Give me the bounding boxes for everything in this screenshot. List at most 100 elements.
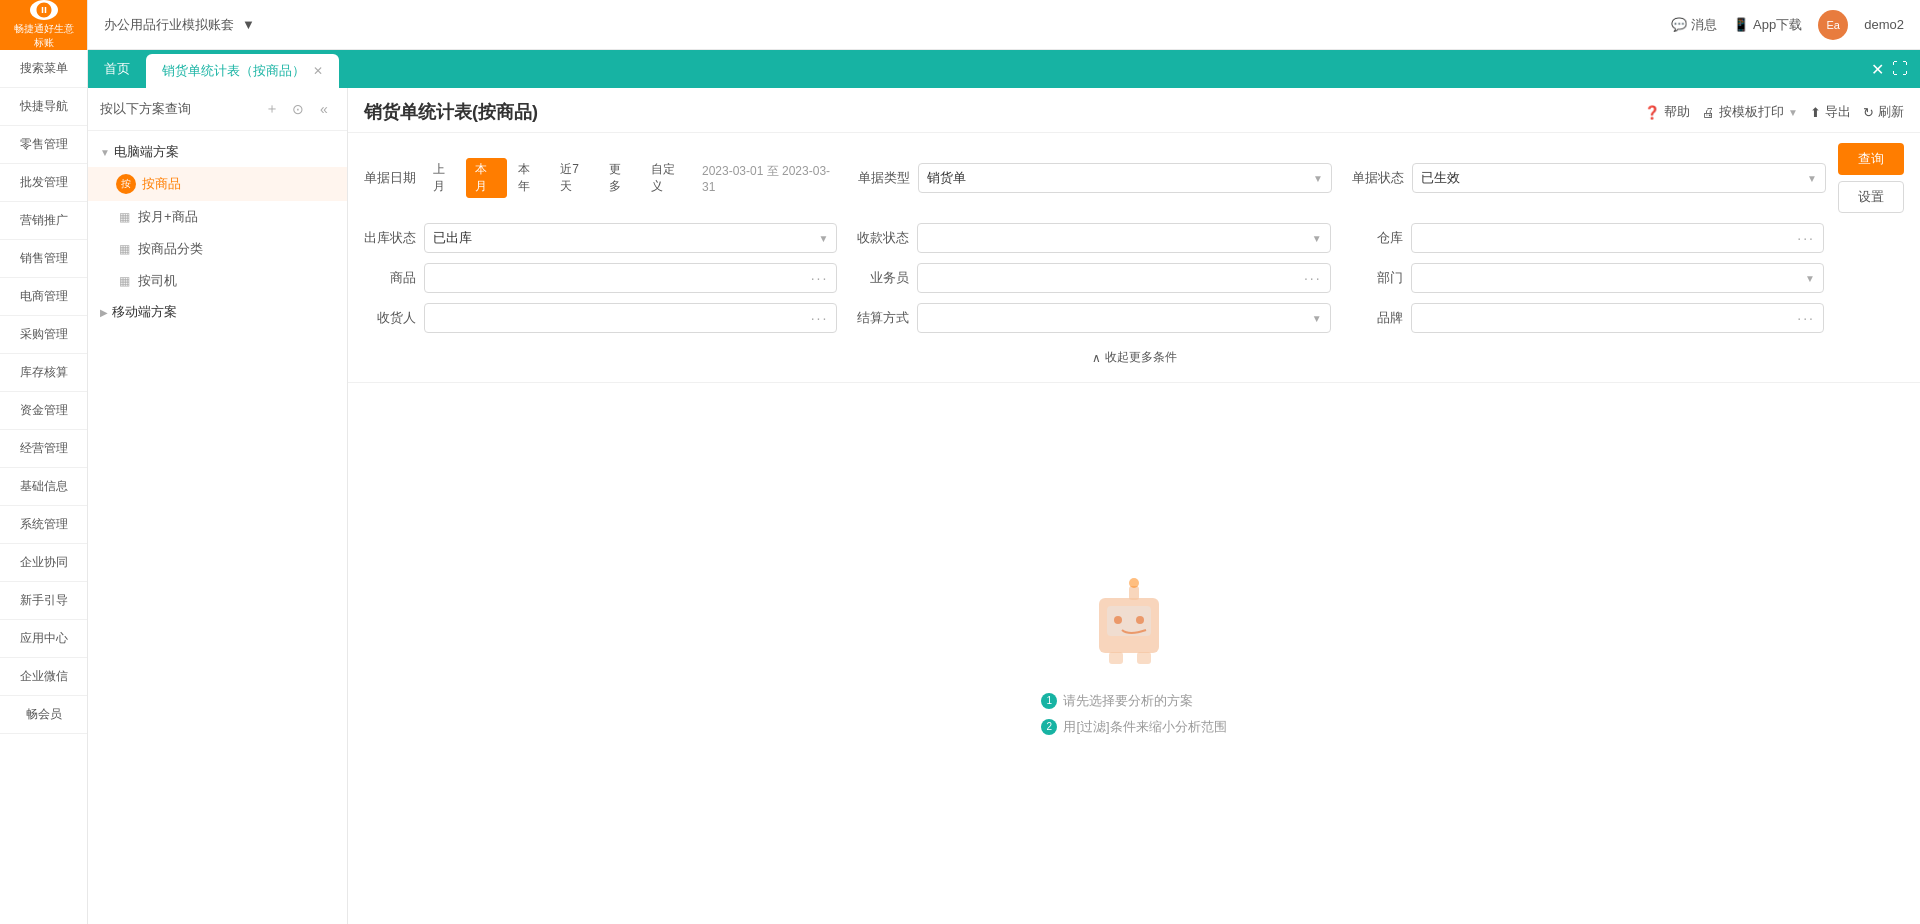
sidebar-item-basic[interactable]: 基础信息 xyxy=(0,468,87,506)
salesman-control[interactable]: ··· xyxy=(917,263,1330,293)
sidebar-item-purchase[interactable]: 采购管理 xyxy=(0,316,87,354)
date-tab-this-year[interactable]: 本年 xyxy=(509,158,549,198)
sidebar-item-system[interactable]: 系统管理 xyxy=(0,506,87,544)
product-dots: ··· xyxy=(811,270,829,286)
scheme-item-by-cashier[interactable]: ▦ 按司机 xyxy=(88,265,347,297)
brand-control[interactable]: ··· xyxy=(1411,303,1824,333)
message-label: 消息 xyxy=(1691,16,1717,34)
page-title-bar: 销货单统计表(按商品) ❓ 帮助 🖨 按模板打印 ▼ ⬆ 导出 xyxy=(348,88,1920,133)
warehouse-field: 仓库 ··· xyxy=(1351,223,1824,253)
app-download-btn[interactable]: 📱 App下载 xyxy=(1733,16,1802,34)
doc-status-value: 已生效 xyxy=(1421,169,1460,187)
sidebar-item-apps[interactable]: 应用中心 xyxy=(0,620,87,658)
desktop-group-arrow: ▼ xyxy=(100,147,110,158)
settings-btn[interactable]: 设置 xyxy=(1838,181,1904,213)
collapse-btn[interactable]: ∧ 收起更多条件 xyxy=(364,343,1904,372)
query-btn[interactable]: 查询 xyxy=(1838,143,1904,175)
tab-stats[interactable]: 销货单统计表（按商品） ✕ xyxy=(146,54,339,88)
recv-status-control[interactable]: ▼ xyxy=(917,223,1330,253)
scheme-item-by-category[interactable]: ▦ 按商品分类 xyxy=(88,233,347,265)
empty-step2: 2 用[过滤]条件来缩小分析范围 xyxy=(1041,714,1226,740)
help-icon: ❓ xyxy=(1644,105,1660,120)
scheme-section: ▼ 电脑端方案 按 按商品 ▦ 按月+商品 ▦ 按商品分类 ▦ 按司机 xyxy=(88,131,347,333)
product-control[interactable]: ··· xyxy=(424,263,837,293)
doc-status-control[interactable]: 已生效 ▼ xyxy=(1412,163,1826,193)
message-btn[interactable]: 💬 消息 xyxy=(1671,16,1717,34)
print-btn[interactable]: 🖨 按模板打印 ▼ xyxy=(1702,103,1798,121)
salesman-field: 业务员 ··· xyxy=(857,263,1330,293)
print-icon: 🖨 xyxy=(1702,105,1715,120)
refresh-btn[interactable]: ↻ 刷新 xyxy=(1863,103,1904,121)
top-header: 办公用品行业模拟账套 ▼ 💬 消息 📱 App下载 Ea demo2 xyxy=(88,0,1920,50)
svg-rect-6 xyxy=(1109,652,1123,664)
tab-close-icon[interactable]: ✕ xyxy=(1871,60,1884,79)
out-status-control[interactable]: 已出库 ▼ xyxy=(424,223,837,253)
collapse-panel-btn[interactable]: « xyxy=(313,98,335,120)
desktop-group-header[interactable]: ▼ 电脑端方案 xyxy=(88,137,347,167)
export-icon: ⬆ xyxy=(1810,105,1821,120)
brand-label: 品牌 xyxy=(1351,309,1411,327)
avatar-initials: Ea xyxy=(1827,19,1840,31)
department-control[interactable]: ▼ xyxy=(1411,263,1824,293)
avatar[interactable]: Ea xyxy=(1818,10,1848,40)
scheme-icon-cashier: ▦ xyxy=(116,273,132,289)
date-label: 单据日期 xyxy=(364,169,424,187)
add-scheme-btn[interactable]: ＋ xyxy=(261,98,283,120)
doc-status-arrow: ▼ xyxy=(1807,173,1817,184)
date-tab-7days[interactable]: 近7天 xyxy=(551,158,598,198)
recipient-control[interactable]: ··· xyxy=(424,303,837,333)
tab-maximize-icon[interactable]: ⛶ xyxy=(1892,60,1908,78)
settlement-label: 结算方式 xyxy=(857,309,917,327)
date-tab-more[interactable]: 更多 xyxy=(600,158,640,198)
step2-text: 用[过滤]条件来缩小分析范围 xyxy=(1063,714,1226,740)
sidebar-item-marketing[interactable]: 营销推广 xyxy=(0,202,87,240)
sidebar-item-enterprise[interactable]: 企业协同 xyxy=(0,544,87,582)
breadcrumb-arrow[interactable]: ▼ xyxy=(242,17,255,32)
print-dropdown-arrow: ▼ xyxy=(1788,107,1798,118)
help-btn[interactable]: ❓ 帮助 xyxy=(1644,103,1690,121)
tab-bar-actions: ✕ ⛶ xyxy=(1859,60,1920,79)
sidebar-item-wechat[interactable]: 企业微信 xyxy=(0,658,87,696)
edit-scheme-btn[interactable]: ⊙ xyxy=(287,98,309,120)
scheme-item-by-product[interactable]: 按 按商品 xyxy=(88,167,347,201)
page-title: 销货单统计表(按商品) xyxy=(364,100,538,124)
date-tab-custom[interactable]: 自定义 xyxy=(642,158,694,198)
settlement-control[interactable]: ▼ xyxy=(917,303,1330,333)
tab-close-btn[interactable]: ✕ xyxy=(313,64,323,78)
doc-status-label: 单据状态 xyxy=(1352,169,1412,187)
sidebar-item-retail[interactable]: 零售管理 xyxy=(0,126,87,164)
tab-home[interactable]: 首页 xyxy=(88,50,146,88)
sidebar-item-operation[interactable]: 经营管理 xyxy=(0,430,87,468)
sidebar-item-finance[interactable]: 资金管理 xyxy=(0,392,87,430)
product-field: 商品 ··· xyxy=(364,263,837,293)
date-tab-this-month[interactable]: 本月 xyxy=(466,158,506,198)
sidebar-item-inventory[interactable]: 库存核算 xyxy=(0,354,87,392)
user-name: demo2 xyxy=(1864,17,1904,32)
scheme-item-by-month-product[interactable]: ▦ 按月+商品 xyxy=(88,201,347,233)
help-label: 帮助 xyxy=(1664,103,1690,121)
doc-type-control[interactable]: 销货单 ▼ xyxy=(918,163,1332,193)
breadcrumb-text: 办公用品行业模拟账套 xyxy=(104,16,234,34)
doc-type-label: 单据类型 xyxy=(858,169,918,187)
date-tabs: 上月 本月 本年 近7天 更多 自定义 xyxy=(424,158,694,198)
warehouse-label: 仓库 xyxy=(1351,229,1411,247)
svg-rect-4 xyxy=(1129,586,1139,600)
filter-area: 单据日期 上月 本月 本年 近7天 更多 自定义 2023-03-01 至 20… xyxy=(348,133,1920,383)
empty-state: 1 请先选择要分析的方案 2 用[过滤]条件来缩小分析范围 xyxy=(348,383,1920,924)
step1-num: 1 xyxy=(1041,693,1057,709)
doc-type-value: 销货单 xyxy=(927,169,966,187)
sidebar-item-shortcut[interactable]: 快捷导航 xyxy=(0,88,87,126)
sidebar-item-member[interactable]: 畅会员 xyxy=(0,696,87,734)
sidebar-item-ecommerce[interactable]: 电商管理 xyxy=(0,278,87,316)
sidebar-item-search[interactable]: 搜索菜单 xyxy=(0,50,87,88)
sidebar-item-sales[interactable]: 销售管理 xyxy=(0,240,87,278)
warehouse-control[interactable]: ··· xyxy=(1411,223,1824,253)
export-btn[interactable]: ⬆ 导出 xyxy=(1810,103,1851,121)
sidebar-item-wholesale[interactable]: 批发管理 xyxy=(0,164,87,202)
sidebar-item-newbie[interactable]: 新手引导 xyxy=(0,582,87,620)
mobile-group-header[interactable]: ▶ 移动端方案 xyxy=(88,297,347,327)
right-panel: 销货单统计表(按商品) ❓ 帮助 🖨 按模板打印 ▼ ⬆ 导出 xyxy=(348,88,1920,924)
date-tab-last-month[interactable]: 上月 xyxy=(424,158,464,198)
settlement-field: 结算方式 ▼ xyxy=(857,303,1330,333)
tab-stats-label: 销货单统计表（按商品） xyxy=(162,62,305,80)
